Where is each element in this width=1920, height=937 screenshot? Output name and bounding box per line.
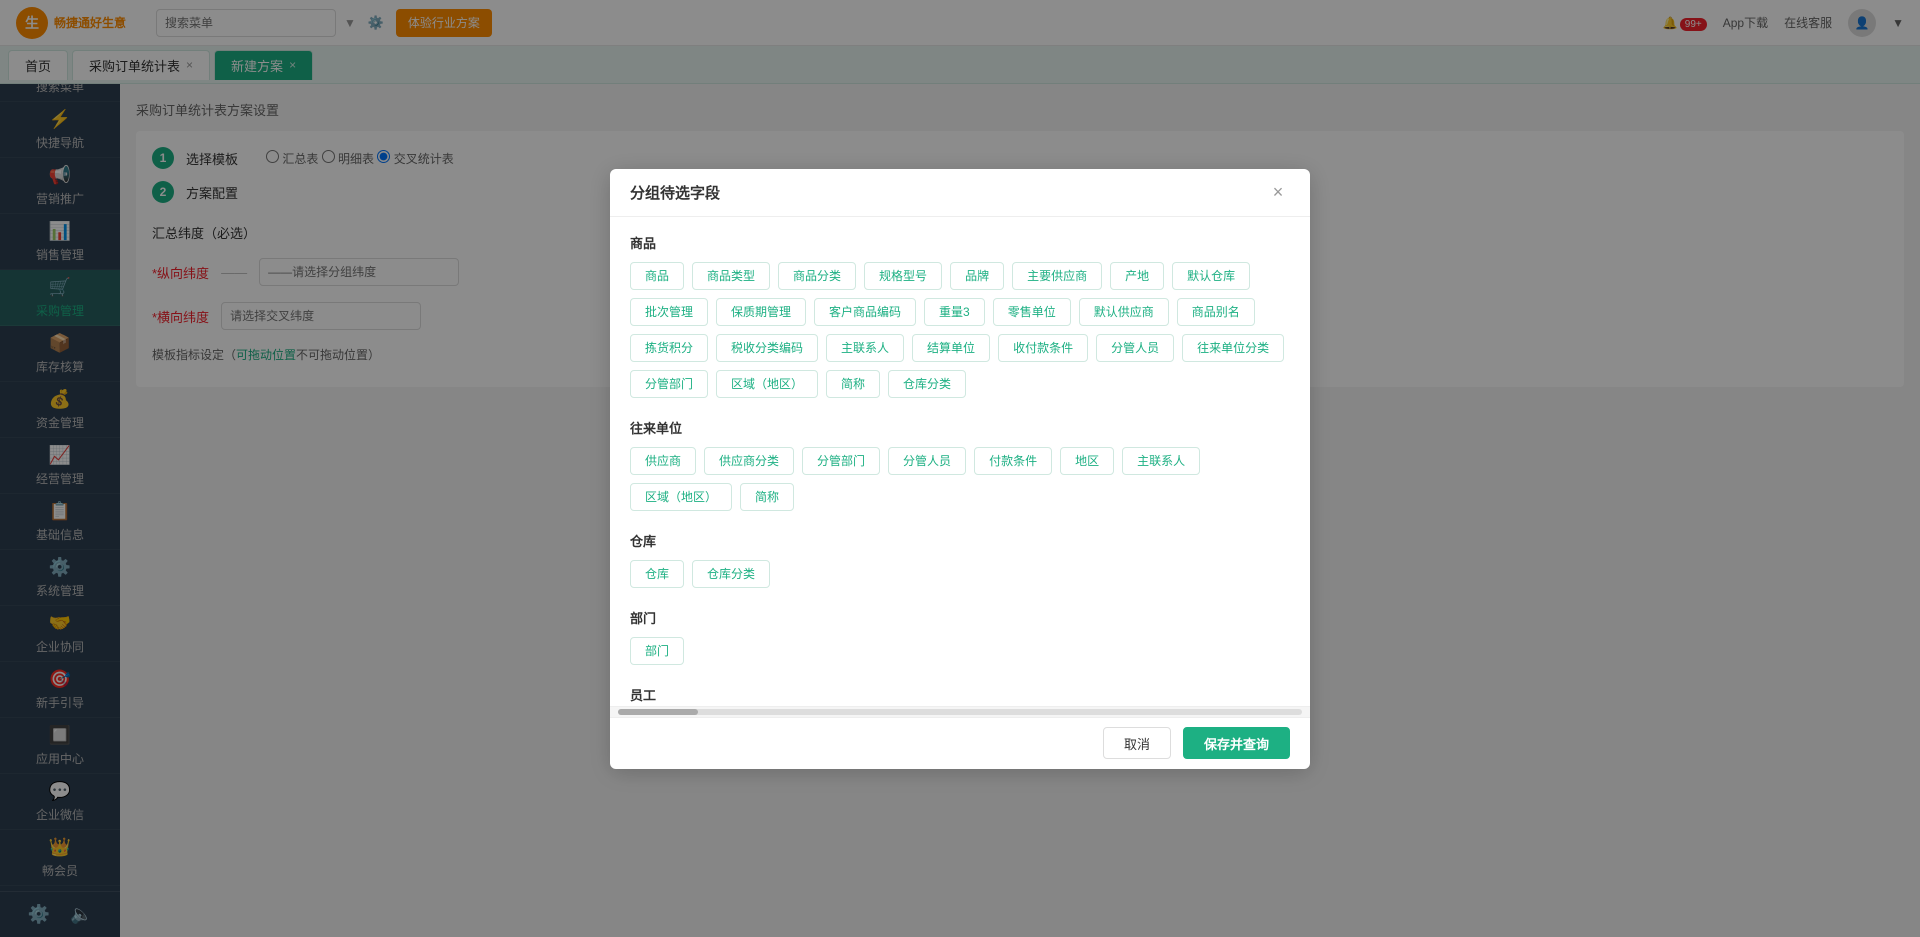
modal-overlay: 分组待选字段 × 商品 商品 商品类型 商品分类 规格型号 品牌 主要供应商 产… (0, 0, 1920, 937)
field-tag-region-product[interactable]: 区域（地区） (716, 370, 818, 398)
field-tag-tax-code[interactable]: 税收分类编码 (716, 334, 818, 362)
modal-title: 分组待选字段 (630, 182, 720, 203)
field-tag-product-category[interactable]: 商品分类 (778, 262, 856, 290)
section-warehouse-title: 仓库 (630, 531, 1290, 550)
section-counterpart-title: 往来单位 (630, 418, 1290, 437)
field-tag-retail-unit[interactable]: 零售单位 (993, 298, 1071, 326)
field-tag-settlement-unit[interactable]: 结算单位 (912, 334, 990, 362)
field-tag-department[interactable]: 部门 (630, 637, 684, 665)
field-tag-weight3[interactable]: 重量3 (924, 298, 985, 326)
field-tag-default-warehouse[interactable]: 默认仓库 (1172, 262, 1250, 290)
section-product-tags: 商品 商品类型 商品分类 规格型号 品牌 主要供应商 产地 默认仓库 批次管理 … (630, 262, 1290, 398)
field-tag-region-counterpart[interactable]: 区域（地区） (630, 483, 732, 511)
section-employee: 员工 业务员 (630, 685, 1290, 707)
field-tag-default-supplier[interactable]: 默认供应商 (1079, 298, 1169, 326)
section-department-title: 部门 (630, 608, 1290, 627)
field-tag-short-name-counterpart[interactable]: 简称 (740, 483, 794, 511)
field-tag-dept-counterpart[interactable]: 分管部门 (802, 447, 880, 475)
field-tag-customer-code[interactable]: 客户商品编码 (814, 298, 916, 326)
cancel-button[interactable]: 取消 (1103, 727, 1171, 759)
field-tag-main-contact-counterpart[interactable]: 主联系人 (1122, 447, 1200, 475)
field-tag-dept[interactable]: 分管部门 (630, 370, 708, 398)
section-counterpart-tags: 供应商 供应商分类 分管部门 分管人员 付款条件 地区 主联系人 区域（地区） … (630, 447, 1290, 511)
field-tag-manager-counterpart[interactable]: 分管人员 (888, 447, 966, 475)
field-tag-product-alias[interactable]: 商品别名 (1177, 298, 1255, 326)
field-tag-main-contact[interactable]: 主联系人 (826, 334, 904, 362)
field-tag-warehouse-category[interactable]: 仓库分类 (888, 370, 966, 398)
field-tag-warehouse[interactable]: 仓库 (630, 560, 684, 588)
field-tag-payment-condition[interactable]: 付款条件 (974, 447, 1052, 475)
field-tag-spec-type[interactable]: 规格型号 (864, 262, 942, 290)
field-tag-supplier[interactable]: 供应商 (630, 447, 696, 475)
section-warehouse: 仓库 仓库 仓库分类 (630, 531, 1290, 588)
modal-body: 商品 商品 商品类型 商品分类 规格型号 品牌 主要供应商 产地 默认仓库 批次… (610, 217, 1310, 707)
field-tag-counterpart-category[interactable]: 往来单位分类 (1182, 334, 1284, 362)
section-department: 部门 部门 (630, 608, 1290, 665)
modal-horizontal-scrollbar[interactable] (610, 706, 1310, 716)
field-tag-area[interactable]: 地区 (1060, 447, 1114, 475)
modal-header: 分组待选字段 × (610, 169, 1310, 217)
section-employee-title: 员工 (630, 685, 1290, 704)
section-counterpart: 往来单位 供应商 供应商分类 分管部门 分管人员 付款条件 地区 主联系人 区域… (630, 418, 1290, 511)
field-tag-short-name-product[interactable]: 简称 (826, 370, 880, 398)
field-tag-main-supplier[interactable]: 主要供应商 (1012, 262, 1102, 290)
field-tag-product-type[interactable]: 商品类型 (692, 262, 770, 290)
confirm-button[interactable]: 保存并查询 (1183, 727, 1290, 759)
field-tag-origin[interactable]: 产地 (1110, 262, 1164, 290)
field-tag-brand[interactable]: 品牌 (950, 262, 1004, 290)
modal-footer: 取消 保存并查询 (610, 717, 1310, 769)
field-tag-product[interactable]: 商品 (630, 262, 684, 290)
section-warehouse-tags: 仓库 仓库分类 (630, 560, 1290, 588)
section-department-tags: 部门 (630, 637, 1290, 665)
field-tag-payment-terms[interactable]: 收付款条件 (998, 334, 1088, 362)
field-tag-batch[interactable]: 批次管理 (630, 298, 708, 326)
field-tag-warehouse-cat[interactable]: 仓库分类 (692, 560, 770, 588)
field-tag-supplier-category[interactable]: 供应商分类 (704, 447, 794, 475)
field-tag-manager[interactable]: 分管人员 (1096, 334, 1174, 362)
modal-close-button[interactable]: × (1266, 180, 1290, 204)
field-tag-pick-points[interactable]: 拣货积分 (630, 334, 708, 362)
field-tag-shelf-life[interactable]: 保质期管理 (716, 298, 806, 326)
modal: 分组待选字段 × 商品 商品 商品类型 商品分类 规格型号 品牌 主要供应商 产… (610, 169, 1310, 769)
section-product-title: 商品 (630, 233, 1290, 252)
section-product: 商品 商品 商品类型 商品分类 规格型号 品牌 主要供应商 产地 默认仓库 批次… (630, 233, 1290, 398)
